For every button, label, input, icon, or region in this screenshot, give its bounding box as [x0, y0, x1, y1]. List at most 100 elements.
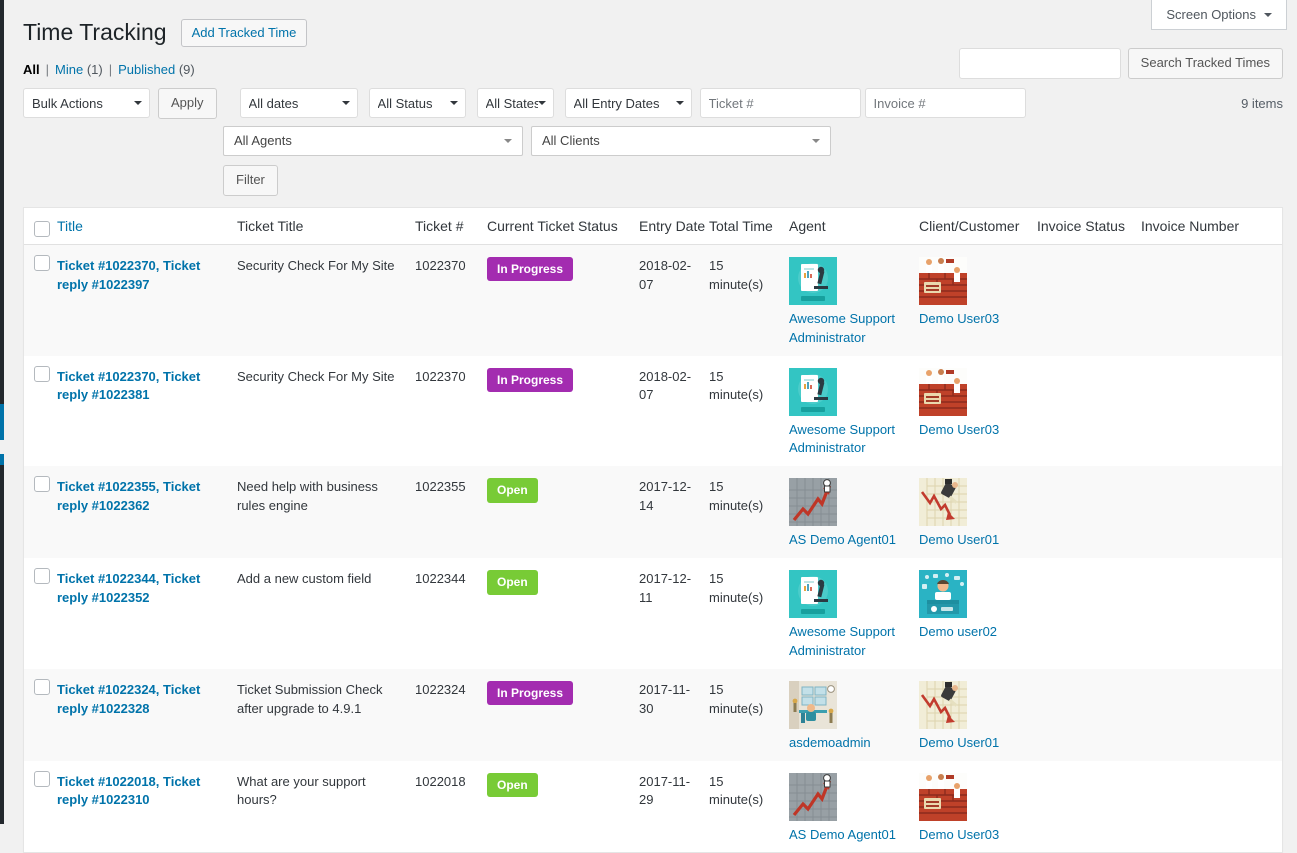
status-filter-value: All Status [377, 95, 433, 111]
client-link[interactable]: Demo User03 [919, 421, 999, 440]
agent-link[interactable]: Awesome Support Administrator [789, 421, 909, 459]
agent-link[interactable]: AS Demo Agent01 [789, 531, 896, 550]
invoice-number-input[interactable] [864, 88, 1026, 119]
view-published-link[interactable]: Published [118, 62, 175, 77]
view-all-link[interactable]: All [23, 62, 40, 77]
view-mine-link[interactable]: Mine [55, 62, 83, 77]
row-checkbox[interactable] [34, 568, 50, 585]
bulk-actions-value: Bulk Actions [32, 95, 103, 111]
invoice-status-cell [1037, 761, 1141, 853]
column-header-agent: Agent [789, 207, 919, 245]
search-input[interactable] [958, 48, 1121, 79]
column-header-ticket-number: Ticket # [415, 207, 487, 245]
view-published-count: (9) [178, 61, 195, 77]
filter-button[interactable]: Filter [223, 164, 278, 196]
entry-date-cell: 2018-02-07 [639, 257, 692, 292]
ticket-number-input[interactable] [699, 88, 861, 119]
ticket-number-cell: 1022324 [415, 681, 466, 697]
dates-filter-select[interactable]: All dates [239, 88, 358, 119]
column-header-invoice-number: Invoice Number [1141, 207, 1282, 245]
entry-title-link[interactable]: Ticket #1022355, Ticket reply #1022362 [57, 478, 227, 516]
total-time-cell: 15 minute(s) [709, 681, 764, 716]
agent-link[interactable]: Awesome Support Administrator [789, 623, 909, 661]
screen-options-tab[interactable]: Screen Options [1151, 0, 1287, 30]
invoice-status-cell [1037, 558, 1141, 669]
chevron-down-icon [341, 101, 350, 109]
chevron-down-icon [812, 138, 820, 147]
table-row: Ticket #1022344, Ticket reply #1022352 A… [24, 558, 1282, 669]
client-avatar [919, 478, 967, 527]
select-all-checkbox[interactable] [34, 221, 50, 238]
agent-avatar [789, 478, 837, 527]
agent-link[interactable]: asdemoadmin [789, 734, 871, 753]
invoice-number-cell [1141, 244, 1282, 355]
client-avatar [919, 772, 967, 821]
view-mine-count: (1) [86, 61, 103, 77]
states-filter-select[interactable]: All States [476, 88, 554, 119]
table-row: Ticket #1022355, Ticket reply #1022362 N… [24, 466, 1282, 559]
client-link[interactable]: Demo User01 [919, 531, 999, 550]
ticket-status-badge: In Progress [487, 256, 574, 282]
client-link[interactable]: Demo User03 [919, 826, 999, 845]
entry-dates-filter-select[interactable]: All Entry Dates [564, 88, 692, 119]
invoice-status-cell [1037, 244, 1141, 355]
ticket-title-cell: What are your support hours? [237, 773, 366, 808]
time-tracking-page: Time Tracking Add Tracked Time Search Tr… [0, 0, 1297, 853]
agent-avatar [789, 367, 837, 416]
page-title: Time Tracking [23, 19, 167, 45]
filters-row-2: All Agents All Clients [223, 125, 1283, 156]
search-tracked-times-button[interactable]: Search Tracked Times [1127, 48, 1283, 79]
ticket-title-cell: Need help with business rules engine [237, 479, 378, 514]
ticket-status-badge: Open [487, 570, 538, 595]
row-checkbox[interactable] [34, 678, 50, 695]
column-header-client: Client/Customer [919, 207, 1037, 245]
entry-date-cell: 2017-11-29 [639, 773, 691, 808]
agent-avatar [789, 256, 837, 305]
apply-button[interactable]: Apply [158, 87, 217, 119]
entry-date-cell: 2017-11-30 [639, 681, 691, 716]
row-checkbox[interactable] [34, 365, 50, 382]
bulk-actions-select[interactable]: Bulk Actions [23, 88, 150, 119]
ticket-number-cell: 1022370 [415, 368, 466, 384]
admin-menu-highlight-2 [0, 454, 4, 465]
dates-filter-value: All dates [248, 95, 299, 111]
chevron-down-icon [134, 101, 142, 109]
column-header-status: Current Ticket Status [487, 207, 639, 245]
agent-link[interactable]: Awesome Support Administrator [789, 310, 909, 348]
add-tracked-time-button[interactable]: Add Tracked Time [180, 18, 308, 48]
row-checkbox[interactable] [34, 254, 50, 271]
invoice-number-cell [1141, 558, 1282, 669]
row-checkbox[interactable] [34, 476, 50, 493]
column-header-title[interactable]: Title [57, 207, 237, 245]
invoice-number-cell [1141, 669, 1282, 761]
entry-date-cell: 2017-12-11 [639, 571, 692, 605]
clients-filter-select[interactable]: All Clients [531, 125, 831, 156]
entry-dates-filter-value: All Entry Dates [573, 95, 660, 111]
agents-filter-select[interactable]: All Agents [223, 125, 523, 156]
status-filter-select[interactable]: All Status [368, 88, 466, 119]
client-avatar [919, 570, 967, 619]
column-header-ticket-title: Ticket Title [237, 207, 415, 245]
admin-menu-highlight [0, 404, 4, 440]
entry-title-link[interactable]: Ticket #1022370, Ticket reply #1022397 [57, 257, 227, 295]
client-link[interactable]: Demo User01 [919, 734, 999, 753]
entry-title-link[interactable]: Ticket #1022324, Ticket reply #1022328 [57, 681, 227, 719]
invoice-status-cell [1037, 669, 1141, 761]
entry-title-link[interactable]: Ticket #1022344, Ticket reply #1022352 [57, 570, 227, 608]
ticket-number-cell: 1022370 [415, 257, 466, 273]
table-row: Ticket #1022324, Ticket reply #1022328 T… [24, 668, 1282, 761]
row-checkbox[interactable] [34, 770, 50, 787]
ticket-status-badge: Open [487, 478, 538, 503]
ticket-title-cell: Ticket Submission Check after upgrade to… [237, 681, 383, 716]
table-row: Ticket #1022370, Ticket reply #1022381 S… [24, 356, 1282, 467]
agent-link[interactable]: AS Demo Agent01 [789, 826, 896, 845]
collapsed-admin-menu [0, 0, 9, 824]
agent-avatar [789, 680, 837, 729]
client-link[interactable]: Demo User03 [919, 310, 999, 329]
entry-title-link[interactable]: Ticket #1022370, Ticket reply #1022381 [57, 368, 227, 406]
invoice-status-cell [1037, 466, 1141, 558]
ticket-status-badge: In Progress [487, 367, 574, 392]
entry-title-link[interactable]: Ticket #1022018, Ticket reply #1022310 [57, 773, 227, 811]
client-link[interactable]: Demo user02 [919, 623, 997, 642]
view-separator: | [45, 61, 50, 77]
